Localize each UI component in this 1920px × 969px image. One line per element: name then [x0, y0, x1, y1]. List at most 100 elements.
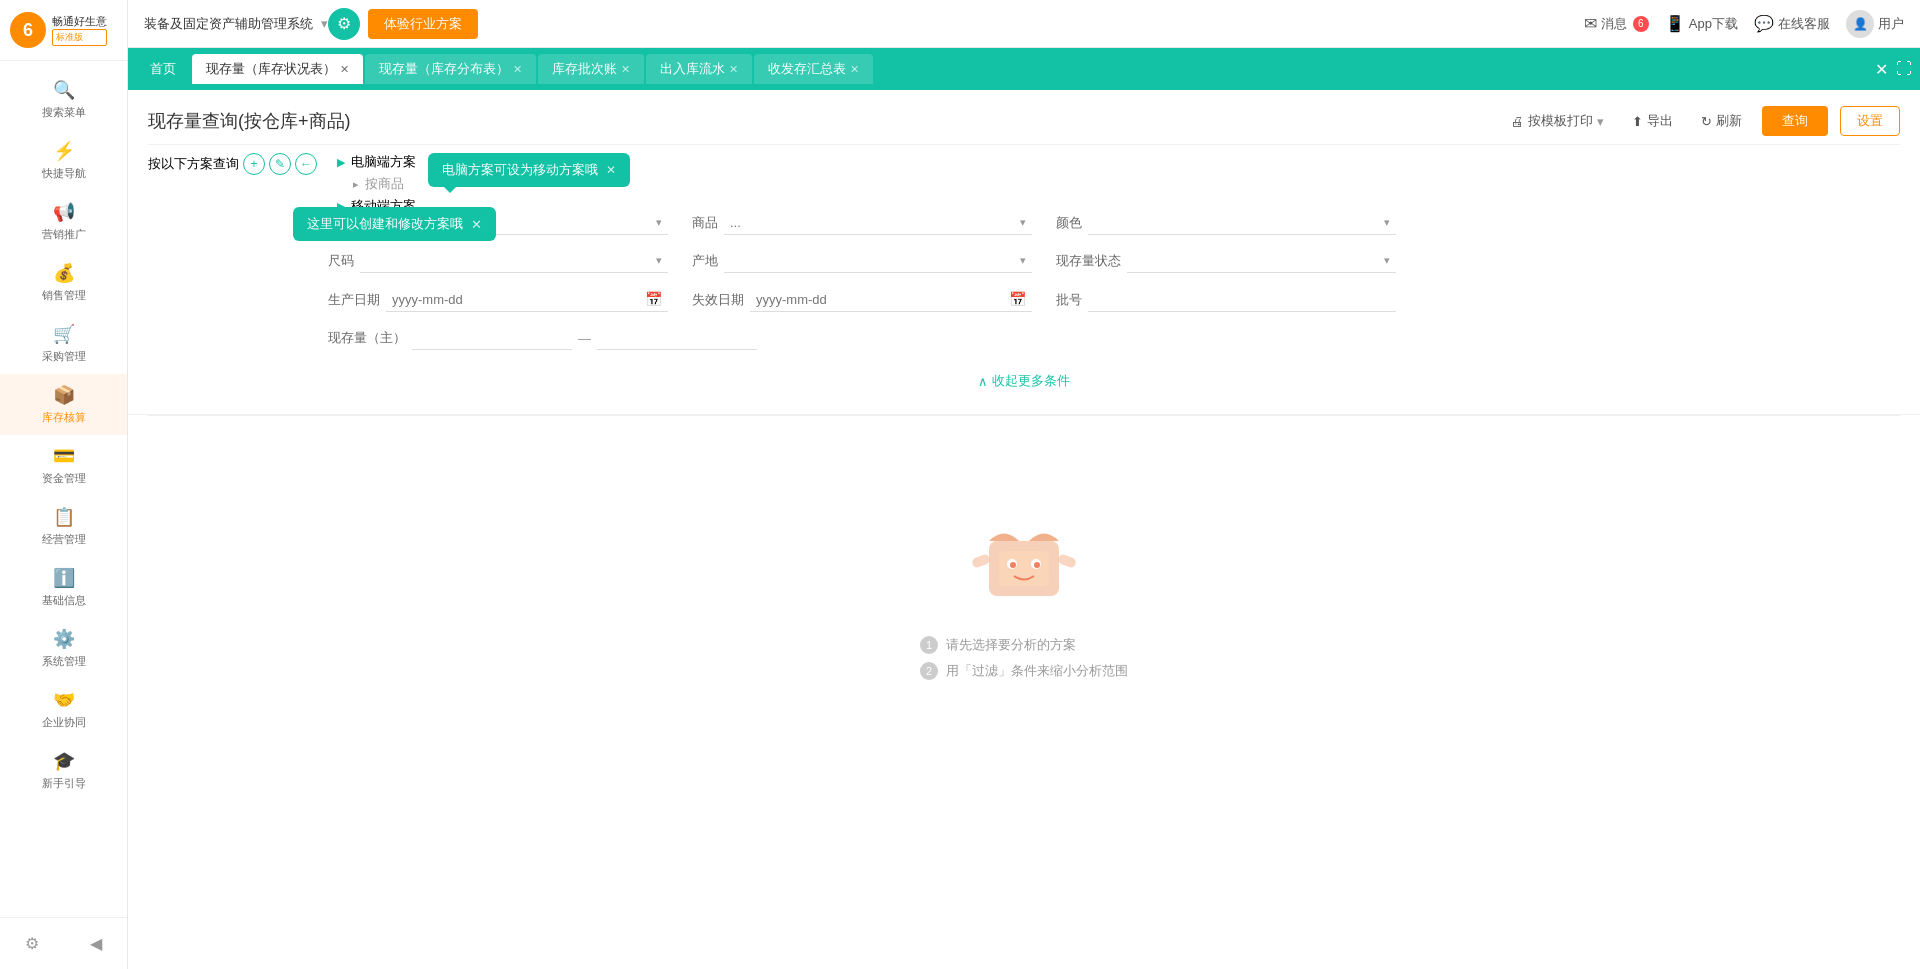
origin-dropdown-arrow: ▾: [1020, 254, 1026, 267]
plan-sub-item: ▸ 按商品: [337, 175, 416, 193]
app-download-action[interactable]: 📱 App下载: [1665, 14, 1738, 33]
empty-svg: [964, 496, 1084, 616]
edit-plan-btn[interactable]: ✎: [269, 153, 291, 175]
tooltip2-container: 这里可以创建和修改方案哦 ✕: [293, 207, 496, 241]
tooltip1: 电脑方案可设为移动方案哦 ✕: [428, 153, 630, 187]
settings-btn[interactable]: 设置: [1840, 106, 1900, 136]
query-btn[interactable]: 查询: [1762, 106, 1828, 136]
page-header: 现存量查询(按仓库+商品) 🖨 按模板打印 ▾ ⬆ 导出 ↻ 刷新: [128, 90, 1920, 144]
sidebar-logo: 6 畅通好生意 标准版: [0, 0, 127, 61]
step-num-1: 1: [920, 636, 938, 654]
sidebar-item-system[interactable]: ⚙️ 系统管理: [0, 618, 127, 679]
mfg-date-label: 生产日期: [328, 291, 380, 309]
sidebar-item-finance[interactable]: 💳 资金管理: [0, 435, 127, 496]
sidebar-item-operation[interactable]: 📋 经营管理: [0, 496, 127, 557]
batch-input[interactable]: [1094, 292, 1390, 307]
message-action[interactable]: ✉ 消息 6: [1584, 14, 1649, 33]
sidebar-item-guide[interactable]: 🎓 新手引导: [0, 740, 127, 801]
sidebar-item-label: 基础信息: [42, 593, 86, 608]
svg-point-4: [1010, 562, 1016, 568]
exp-date-field: 失效日期 📅: [692, 287, 1032, 312]
tab-bar-right: ✕ ⛶: [1875, 60, 1912, 79]
tab-close-collect[interactable]: ✕: [850, 63, 859, 76]
experience-industry-btn[interactable]: 体验行业方案: [368, 9, 478, 39]
sidebar-item-sales[interactable]: 💰 销售管理: [0, 252, 127, 313]
print-dropdown-arrow: ▾: [1597, 114, 1604, 129]
tab-close-inout[interactable]: ✕: [729, 63, 738, 76]
top-header-bar: 装备及固定资产辅助管理系统 ▾ ⚙ 体验行业方案 ✉ 消息 6 📱 App下载: [128, 0, 1920, 48]
gear-icon: ⚙: [337, 14, 351, 33]
goods-label: 商品: [692, 214, 718, 232]
empty-step-1: 1 请先选择要分析的方案: [920, 636, 1128, 654]
tab-bar: 首页 现存量（库存状况表） ✕ 现存量（库存分布表） ✕ 库存批次账 ✕ 出入库…: [128, 48, 1920, 90]
tab-close-inventory-status[interactable]: ✕: [340, 63, 349, 76]
filter-fields-row4: 现存量（主） —: [328, 326, 1900, 350]
sidebar-item-basic-info[interactable]: ℹ️ 基础信息: [0, 557, 127, 618]
settings-bottom-icon[interactable]: ⚙: [19, 928, 45, 959]
sidebar-item-purchase[interactable]: 🛒 采购管理: [0, 313, 127, 374]
goods-input[interactable]: [730, 215, 1020, 230]
arrow-plan-btn[interactable]: ←: [295, 153, 317, 175]
page-content: 现存量查询(按仓库+商品) 🖨 按模板打印 ▾ ⬆ 导出 ↻ 刷新: [128, 90, 1920, 969]
sidebar-item-label: 系统管理: [42, 654, 86, 669]
stock-main-from-input[interactable]: [418, 330, 566, 345]
tab-close-batch[interactable]: ✕: [621, 63, 630, 76]
plan-list: ▶ 电脑端方案 ▸ 按商品 ▶ 移动端方案: [337, 153, 416, 215]
phone-icon: 📱: [1665, 14, 1685, 33]
sidebar-item-quick-nav[interactable]: ⚡ 快捷导航: [0, 130, 127, 191]
tab-close-inventory-dist[interactable]: ✕: [513, 63, 522, 76]
tab-fullscreen-icon[interactable]: ⛶: [1896, 60, 1912, 78]
color-dropdown-arrow: ▾: [1384, 216, 1390, 229]
exp-date-calendar-icon[interactable]: 📅: [1009, 291, 1026, 307]
filter-fields-row2: 尺码 ▾ 产地 ▾ 现存量状态: [328, 249, 1900, 273]
tooltip1-close[interactable]: ✕: [606, 163, 616, 177]
tab-collect-summary[interactable]: 收发存汇总表 ✕: [754, 54, 873, 84]
tab-in-out-flow[interactable]: 出入库流水 ✕: [646, 54, 752, 84]
message-badge: 6: [1633, 16, 1649, 32]
color-input[interactable]: [1094, 215, 1384, 230]
svg-rect-7: [1057, 553, 1077, 569]
print-template-btn[interactable]: 🖨 按模板打印 ▾: [1503, 108, 1612, 134]
exp-date-input[interactable]: [756, 292, 1009, 307]
online-service-action[interactable]: 💬 在线客服: [1754, 14, 1830, 33]
tab-close-all-icon[interactable]: ✕: [1875, 60, 1888, 79]
tooltip2-close[interactable]: ✕: [471, 217, 482, 232]
tooltip1-text: 电脑方案可设为移动方案哦: [442, 161, 598, 179]
stock-main-to-input[interactable]: [603, 330, 751, 345]
tab-inventory-dist[interactable]: 现存量（库存分布表） ✕: [365, 54, 536, 84]
mfg-date-input[interactable]: [392, 292, 645, 307]
tab-home[interactable]: 首页: [136, 54, 190, 84]
add-plan-btn[interactable]: +: [243, 153, 265, 175]
gear-circle-btn[interactable]: ⚙: [328, 8, 360, 40]
origin-input[interactable]: [730, 253, 1020, 268]
user-action[interactable]: 👤 用户: [1846, 10, 1904, 38]
tooltip2: 这里可以创建和修改方案哦 ✕: [293, 207, 496, 241]
sidebar-item-marketing[interactable]: 📢 营销推广: [0, 191, 127, 252]
size-input[interactable]: [366, 253, 656, 268]
tab-batch-account[interactable]: 库存批次账 ✕: [538, 54, 644, 84]
size-dropdown-arrow: ▾: [656, 254, 662, 267]
stock-status-input[interactable]: [1133, 253, 1384, 268]
collapse-filter-btn[interactable]: ∧ 收起更多条件: [148, 364, 1900, 398]
origin-field: 产地 ▾: [692, 249, 1032, 273]
batch-label: 批号: [1056, 291, 1082, 309]
sidebar-item-search-menu[interactable]: 🔍 搜索菜单: [0, 69, 127, 130]
filter-fields-row3: 生产日期 📅 失效日期 📅 批号: [328, 287, 1900, 312]
sidebar-item-label: 搜索菜单: [42, 105, 86, 120]
refresh-btn[interactable]: ↻ 刷新: [1693, 108, 1750, 134]
step-2-text: 用「过滤」条件来缩小分析范围: [946, 662, 1128, 680]
computer-plan-arrow[interactable]: ▶: [337, 156, 345, 169]
collapse-sidebar-icon[interactable]: ◀: [84, 928, 108, 959]
sidebar-item-label: 经营管理: [42, 532, 86, 547]
mfg-date-calendar-icon[interactable]: 📅: [645, 291, 662, 307]
filter-area: 按以下方案查询 + ✎ ← ▶ 电脑端方案 ▸ 按商品: [128, 145, 1920, 415]
logo-icon: 6: [10, 12, 46, 48]
export-btn[interactable]: ⬆ 导出: [1624, 108, 1681, 134]
system-select-arrow: ▾: [321, 16, 328, 31]
service-icon: 💬: [1754, 14, 1774, 33]
sidebar-item-enterprise[interactable]: 🤝 企业协同: [0, 679, 127, 740]
sidebar-item-inventory[interactable]: 📦 库存核算: [0, 374, 127, 435]
system-select[interactable]: 装备及固定资产辅助管理系统 ▾: [144, 15, 328, 33]
tab-inventory-status[interactable]: 现存量（库存状况表） ✕: [192, 54, 363, 84]
header-actions: 🖨 按模板打印 ▾ ⬆ 导出 ↻ 刷新 查询 设置: [1503, 106, 1900, 136]
